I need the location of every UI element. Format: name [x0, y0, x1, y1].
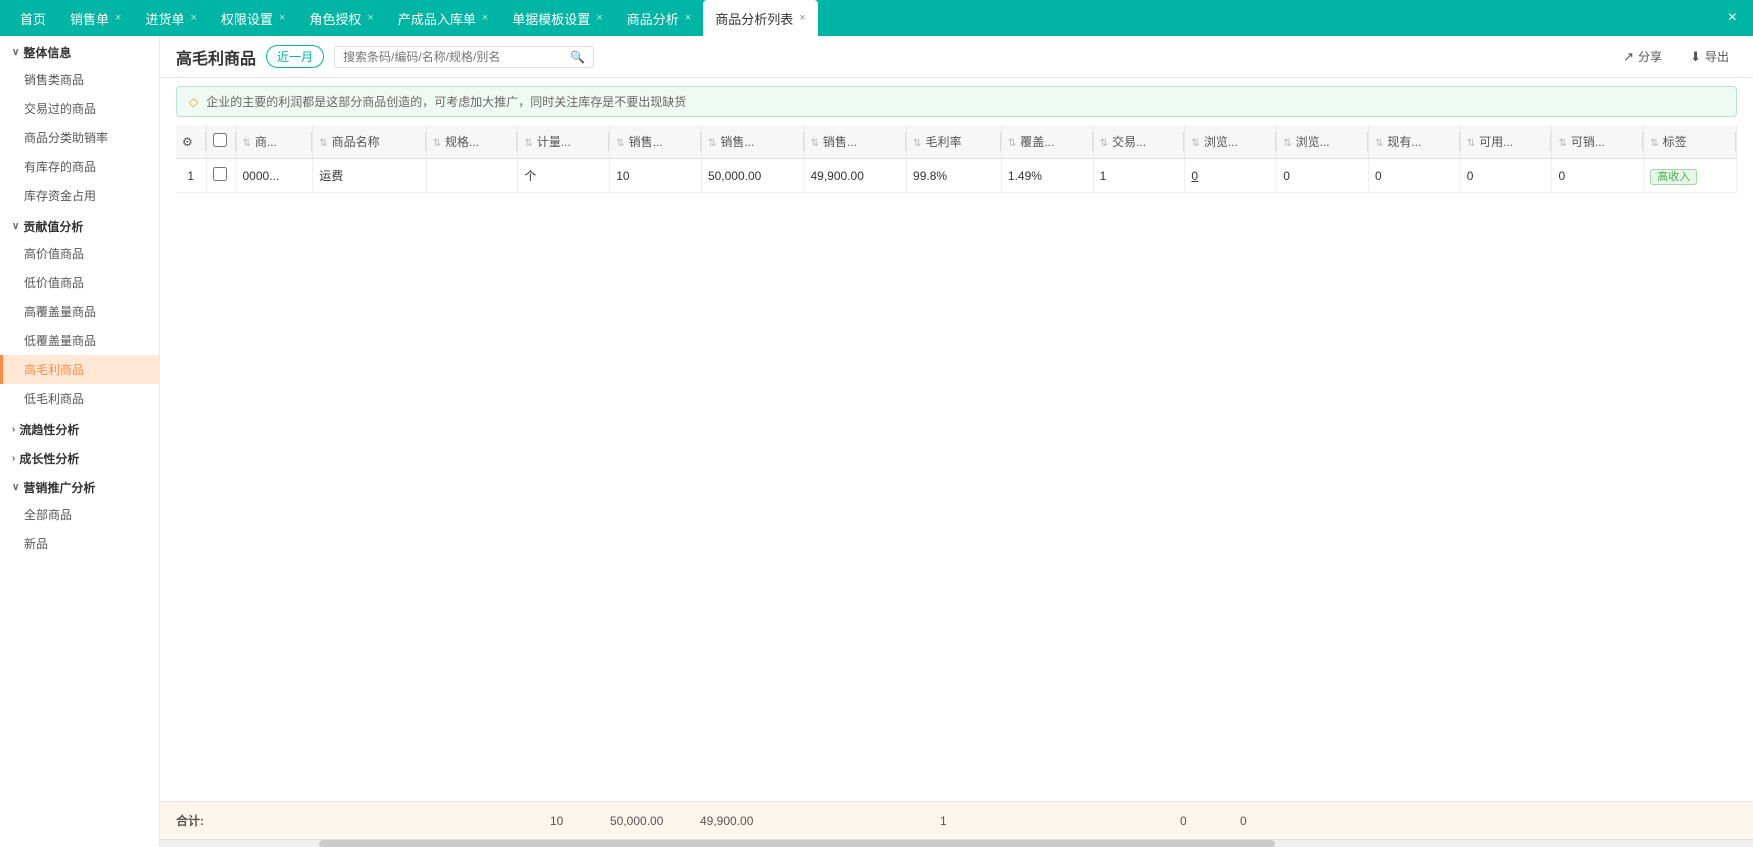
tab-close-商品分析[interactable]: × — [685, 12, 691, 24]
footer-cell-filler3 — [994, 814, 1114, 828]
sidebar-section-营销推广分析[interactable]: ∨营销推广分析 — [0, 471, 159, 500]
sidebar-item-库存资金占用[interactable]: 库存资金占用 — [0, 181, 159, 210]
info-text: 企业的主要的利润都是这部分商品创造的，可考虑加大推广，同时关注库存是不要出现缺货 — [206, 93, 686, 110]
content-header: 高毛利商品 近一月 🔍 ↗ 分享 ⬇ 导出 — [160, 36, 1753, 78]
share-icon: ↗ — [1623, 49, 1634, 65]
search-box: 🔍 — [334, 46, 594, 68]
nav-item-权限设置[interactable]: 权限设置× — [209, 0, 297, 36]
close-all-tabs[interactable]: × — [1720, 9, 1745, 27]
nav-item-角色授权[interactable]: 角色授权× — [297, 0, 385, 36]
footer-label: 合计: — [176, 812, 204, 829]
sidebar-item-新品[interactable]: 新品 — [0, 529, 159, 558]
footer-cell-sales_amount: 50,000.00 — [604, 814, 694, 828]
sidebar-item-低价值商品[interactable]: 低价值商品 — [0, 268, 159, 297]
footer-cell-transactions: 1 — [934, 814, 994, 828]
export-button[interactable]: ⬇ 导出 — [1682, 44, 1737, 69]
sidebar-item-低覆盖量商品[interactable]: 低覆盖量商品 — [0, 326, 159, 355]
nav-item-商品分析[interactable]: 商品分析× — [615, 0, 703, 36]
sidebar-item-有库存的商品[interactable]: 有库存的商品 — [0, 152, 159, 181]
footer-cell-filler4 — [1114, 814, 1174, 828]
footer-cell-filler2 — [784, 814, 934, 828]
footer-cell-sales_qty: 10 — [544, 814, 604, 828]
sidebar-item-全部商品[interactable]: 全部商品 — [0, 500, 159, 529]
col-checkbox-header[interactable] — [206, 125, 236, 159]
tag-badge: 高收入 — [1650, 169, 1697, 185]
table-header: ⚙⇅商...⇅商品名称⇅规格...⇅计量...⇅销售...⇅销售...⇅销售..… — [176, 125, 1737, 159]
time-filter-button[interactable]: 近一月 — [266, 45, 324, 68]
row-checkbox[interactable] — [213, 167, 227, 181]
nav-item-单据模板设置[interactable]: 单据模板设置× — [500, 0, 614, 36]
col-views1[interactable]: ⇅浏览... — [1185, 125, 1277, 159]
footer-bar: 合计: 1050,000.0049,900.00100 — [160, 801, 1753, 839]
col-sellable[interactable]: ⇅可销... — [1552, 125, 1644, 159]
footer-cell-current_stock: 0 — [1174, 814, 1234, 828]
sidebar-toggle[interactable]: « — [159, 442, 160, 482]
nav-item-销售单[interactable]: 销售单× — [58, 0, 133, 36]
sidebar-item-销售类商品[interactable]: 销售类商品 — [0, 65, 159, 94]
sidebar-item-高价值商品[interactable]: 高价值商品 — [0, 239, 159, 268]
sidebar-item-低毛利商品[interactable]: 低毛利商品 — [0, 384, 159, 413]
col-name[interactable]: ⇅商品名称 — [313, 125, 426, 159]
sidebar: « ∨整体信息销售类商品交易过的商品商品分类助销率有库存的商品库存资金占用∨贡献… — [0, 36, 160, 847]
tab-close-销售单[interactable]: × — [115, 12, 121, 24]
footer-cell-sales_cost: 49,900.00 — [694, 814, 784, 828]
header-actions: ↗ 分享 ⬇ 导出 — [1615, 44, 1737, 69]
nav-item-产成品入库单[interactable]: 产成品入库单× — [386, 0, 500, 36]
tab-close-进货单[interactable]: × — [190, 12, 196, 24]
search-input[interactable] — [343, 50, 564, 64]
col-sales_cost[interactable]: ⇅销售... — [804, 125, 907, 159]
info-banner: ◇ 企业的主要的利润都是这部分商品创造的，可考虑加大推广，同时关注库存是不要出现… — [176, 86, 1737, 117]
sidebar-item-交易过的商品[interactable]: 交易过的商品 — [0, 94, 159, 123]
col-sales_amount[interactable]: ⇅销售... — [701, 125, 804, 159]
nav-item-首页[interactable]: 首页 — [8, 0, 58, 36]
settings-icon[interactable]: ⚙ — [182, 135, 193, 149]
tab-close-产成品入库单[interactable]: × — [482, 12, 488, 24]
tab-close-角色授权[interactable]: × — [367, 12, 373, 24]
tab-close-商品分析列表[interactable]: × — [799, 12, 805, 24]
col-transactions[interactable]: ⇅交易... — [1093, 125, 1185, 159]
col-views2[interactable]: ⇅浏览... — [1277, 125, 1369, 159]
data-table: ⚙⇅商...⇅商品名称⇅规格...⇅计量...⇅销售...⇅销售...⇅销售..… — [176, 125, 1737, 193]
main-layout: « ∨整体信息销售类商品交易过的商品商品分类助销率有库存的商品库存资金占用∨贡献… — [0, 36, 1753, 847]
col-code[interactable]: ⇅商... — [236, 125, 313, 159]
search-icon[interactable]: 🔍 — [570, 50, 585, 64]
export-icon: ⬇ — [1690, 49, 1701, 65]
tab-close-单据模板设置[interactable]: × — [596, 12, 602, 24]
col-tag[interactable]: ⇅标签 — [1644, 125, 1737, 159]
info-icon: ◇ — [189, 95, 198, 109]
footer-cell-available_stock: 0 — [1234, 814, 1294, 828]
table-row: 10000...运费个1050,000.0049,900.0099.8%1.49… — [176, 159, 1737, 193]
nav-item-进货单[interactable]: 进货单× — [133, 0, 208, 36]
sidebar-section-流趋性分析[interactable]: ›流趋性分析 — [0, 413, 159, 442]
col-gross_margin[interactable]: ⇅毛利率 — [907, 125, 1002, 159]
col-current_stock[interactable]: ⇅现有... — [1368, 125, 1460, 159]
sidebar-item-高毛利商品[interactable]: 高毛利商品 — [0, 355, 159, 384]
sidebar-item-商品分类助销率[interactable]: 商品分类助销率 — [0, 123, 159, 152]
page-title: 高毛利商品 — [176, 45, 256, 69]
select-all-checkbox[interactable] — [213, 133, 227, 147]
col-spec[interactable]: ⇅规格... — [426, 125, 518, 159]
share-button[interactable]: ↗ 分享 — [1615, 44, 1670, 69]
col-sales_qty[interactable]: ⇅销售... — [610, 125, 702, 159]
sidebar-section-整体信息[interactable]: ∨整体信息 — [0, 36, 159, 65]
sidebar-item-高覆盖量商品[interactable]: 高覆盖量商品 — [0, 297, 159, 326]
content-area: 高毛利商品 近一月 🔍 ↗ 分享 ⬇ 导出 ◇ 企业的主要的利润都是这部分商品创… — [160, 36, 1753, 847]
col-settings[interactable]: ⚙ — [176, 125, 206, 159]
sidebar-section-成长性分析[interactable]: ›成长性分析 — [0, 442, 159, 471]
top-nav: 首页销售单×进货单×权限设置×角色授权×产成品入库单×单据模板设置×商品分析×商… — [0, 0, 1753, 36]
sidebar-section-贡献值分析[interactable]: ∨贡献值分析 — [0, 210, 159, 239]
col-available_stock[interactable]: ⇅可用... — [1460, 125, 1552, 159]
bottom-scrollbar[interactable] — [160, 839, 1753, 847]
col-coverage[interactable]: ⇅覆盖... — [1001, 125, 1093, 159]
footer-cell-filler1 — [224, 814, 544, 828]
table-container[interactable]: ⚙⇅商...⇅商品名称⇅规格...⇅计量...⇅销售...⇅销售...⇅销售..… — [160, 125, 1753, 801]
col-unit[interactable]: ⇅计量... — [518, 125, 610, 159]
nav-item-商品分析列表[interactable]: 商品分析列表× — [703, 0, 817, 36]
tab-close-权限设置[interactable]: × — [279, 12, 285, 24]
